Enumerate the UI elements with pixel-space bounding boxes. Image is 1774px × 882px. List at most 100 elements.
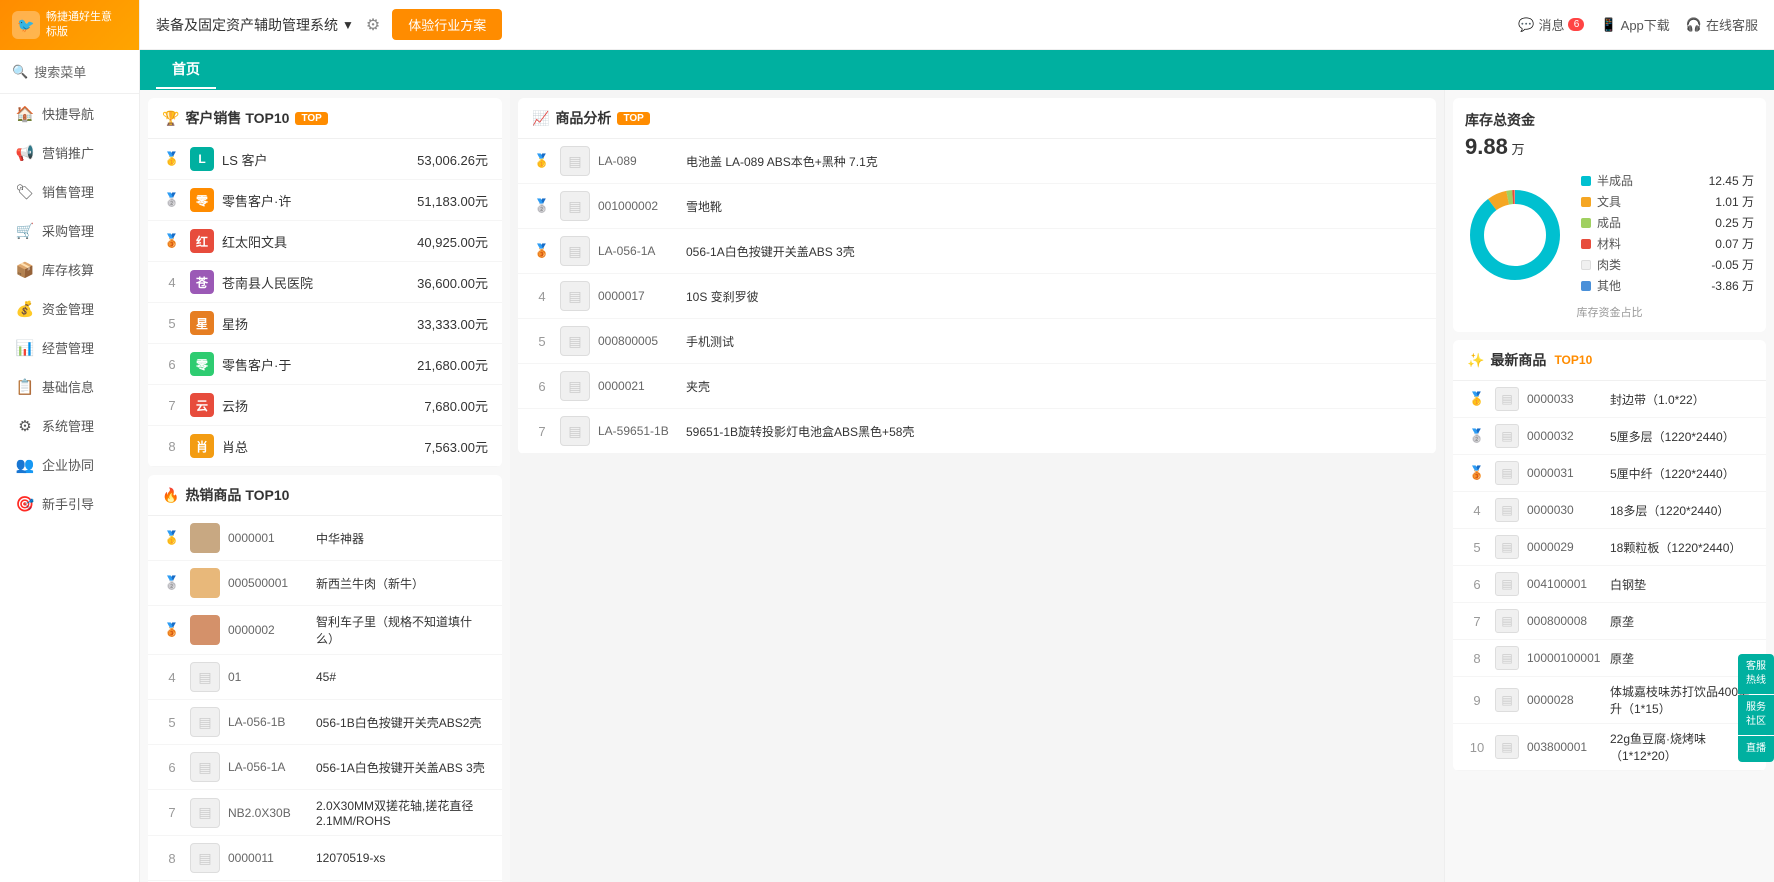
- hot-product-code-4: 01: [228, 670, 308, 684]
- new-product-row-6[interactable]: 6 ▤ 004100001 白钢垫: [1453, 566, 1766, 603]
- mid-product-row-7[interactable]: 7 ▤ LA-59651-1B 59651-1B旋转投影灯电池盒ABS黑色+58…: [518, 409, 1436, 454]
- legend-label-2: 成品: [1597, 214, 1709, 231]
- hot-product-row-7[interactable]: 7 ▤ NB2.0X30B 2.0X30MM双搓花轴,搓花直径2.1MM/ROH…: [148, 790, 502, 836]
- settings-icon[interactable]: ⚙: [366, 15, 380, 35]
- float-service-community-button[interactable]: 服务社区: [1738, 695, 1774, 735]
- inventory-title: 库存总资金: [1465, 110, 1754, 130]
- new-product-row-9[interactable]: 9 ▤ 0000028 体城嘉枝味苏打饮品400毫升（1*15）: [1453, 677, 1766, 724]
- sidebar-search[interactable]: 🔍 搜索菜单: [0, 50, 139, 94]
- mid-product-thumb-7: ▤: [560, 416, 590, 446]
- tab-home[interactable]: 首页: [156, 51, 216, 89]
- hot-product-thumb-6: ▤: [190, 752, 220, 782]
- customer-row-5[interactable]: 5 星 星扬 33,333.00元: [148, 303, 502, 344]
- mid-product-thumb-6: ▤: [560, 371, 590, 401]
- new-product-thumb-9: ▤: [1495, 688, 1519, 712]
- customer-row-6[interactable]: 6 零 零售客户·于 21,680.00元: [148, 344, 502, 385]
- logo-icon: 🐦: [12, 11, 40, 39]
- sidebar-item-finance[interactable]: 💰 资金管理: [0, 289, 139, 328]
- search-icon: 🔍: [12, 64, 28, 80]
- legend-value-1: 1.01 万: [1715, 193, 1754, 210]
- customer-name-6: 零售客户·于: [222, 355, 409, 374]
- message-button[interactable]: 💬 消息 6: [1518, 15, 1584, 34]
- mid-product-row-6[interactable]: 6 ▤ 0000021 夹壳: [518, 364, 1436, 409]
- customer-row-3[interactable]: 🥉 红 红太阳文具 40,925.00元: [148, 221, 502, 262]
- legend-value-3: 0.07 万: [1715, 235, 1754, 252]
- customer-badge-5: 星: [190, 311, 214, 335]
- system-title: 装备及固定资产辅助管理系统: [156, 15, 338, 35]
- legend-item-1: 文具 1.01 万: [1581, 193, 1754, 210]
- sidebar-item-guide[interactable]: 🎯 新手引导: [0, 484, 139, 523]
- operations-icon: 📊: [16, 339, 34, 357]
- hot-product-row-4[interactable]: 4 ▤ 01 45#: [148, 655, 502, 700]
- new-product-code-6: 004100001: [1527, 577, 1602, 591]
- hot-rank-5: 5: [162, 715, 182, 730]
- hot-product-name-1: 中华神器: [316, 530, 488, 547]
- mid-product-name-3: 056-1A白色按键开关盖ABS 3壳: [686, 243, 1422, 260]
- hot-rank-4: 4: [162, 670, 182, 685]
- customer-value-3: 40,925.00元: [417, 232, 488, 251]
- trial-button[interactable]: 体验行业方案: [392, 9, 502, 40]
- new-product-name-7: 原垄: [1610, 613, 1752, 630]
- hot-product-name-5: 056-1B白色按键开关壳ABS2壳: [316, 714, 488, 731]
- sidebar-item-collab[interactable]: 👥 企业协同: [0, 445, 139, 484]
- mid-product-row-4[interactable]: 4 ▤ 0000017 10S 变刹罗彼: [518, 274, 1436, 319]
- hot-product-row-1[interactable]: 🥇 0000001 中华神器: [148, 516, 502, 561]
- mid-product-row-3[interactable]: 🥉 ▤ LA-056-1A 056-1A白色按键开关盖ABS 3壳: [518, 229, 1436, 274]
- app-download-button[interactable]: 📱 App下载: [1600, 15, 1669, 34]
- hot-product-row-5[interactable]: 5 ▤ LA-056-1B 056-1B白色按键开关壳ABS2壳: [148, 700, 502, 745]
- legend-item-0: 半成品 12.45 万: [1581, 172, 1754, 189]
- hot-product-row-8[interactable]: 8 ▤ 0000011 12070519-xs: [148, 836, 502, 881]
- float-live-button[interactable]: 直播: [1738, 736, 1774, 762]
- hot-product-row-2[interactable]: 🥈 000500001 新西兰牛肉（新牛）: [148, 561, 502, 606]
- customer-row-7[interactable]: 7 云 云扬 7,680.00元: [148, 385, 502, 426]
- sidebar-item-basic-info[interactable]: 📋 基础信息: [0, 367, 139, 406]
- customer-row-2[interactable]: 🥈 零 零售客户·许 51,183.00元: [148, 180, 502, 221]
- new-product-row-5[interactable]: 5 ▤ 0000029 18颗粒板（1220*2440）: [1453, 529, 1766, 566]
- new-product-code-1: 0000033: [1527, 392, 1602, 406]
- legend-dot-5: [1581, 281, 1591, 291]
- customer-name-2: 零售客户·许: [222, 191, 409, 210]
- new-rank-10: 10: [1467, 740, 1487, 755]
- mid-product-name-5: 手机测试: [686, 333, 1422, 350]
- customer-row-4[interactable]: 4 苍 苍南县人民医院 36,600.00元: [148, 262, 502, 303]
- new-product-row-4[interactable]: 4 ▤ 0000030 18多层（1220*2440）: [1453, 492, 1766, 529]
- legend-dot-1: [1581, 197, 1591, 207]
- hot-medal-2: 🥈: [162, 575, 182, 591]
- sidebar-item-inventory[interactable]: 📦 库存核算: [0, 250, 139, 289]
- mid-product-row-5[interactable]: 5 ▤ 000800005 手机测试: [518, 319, 1436, 364]
- online-service-button[interactable]: 🎧 在线客服: [1686, 15, 1758, 34]
- new-product-row-2[interactable]: 🥈 ▤ 0000032 5厘多层（1220*2440）: [1453, 418, 1766, 455]
- new-product-row-1[interactable]: 🥇 ▤ 0000033 封边带（1.0*22）: [1453, 381, 1766, 418]
- customer-row-1[interactable]: 🥇 L LS 客户 53,006.26元: [148, 139, 502, 180]
- new-product-code-5: 0000029: [1527, 540, 1602, 554]
- hot-product-row-3[interactable]: 🥉 0000002 智利车子里（规格不知道填什么）: [148, 606, 502, 655]
- inventory-card: 库存总资金 9.88 万: [1453, 98, 1766, 332]
- sidebar-item-system[interactable]: ⚙ 系统管理: [0, 406, 139, 445]
- hot-product-row-6[interactable]: 6 ▤ LA-056-1A 056-1A白色按键开关盖ABS 3壳: [148, 745, 502, 790]
- new-product-row-8[interactable]: 8 ▤ 10000100001 原垄: [1453, 640, 1766, 677]
- mid-product-row-1[interactable]: 🥇 ▤ LA-089 电池盖 LA-089 ABS本色+黑种 7.1克: [518, 139, 1436, 184]
- mid-product-thumb-5: ▤: [560, 326, 590, 356]
- mid-product-name-7: 59651-1B旋转投影灯电池盒ABS黑色+58壳: [686, 423, 1422, 440]
- sidebar-item-operations[interactable]: 📊 经营管理: [0, 328, 139, 367]
- medal-bronze-icon: 🥉: [162, 233, 182, 249]
- customer-value-4: 36,600.00元: [417, 273, 488, 292]
- sidebar-item-sales[interactable]: 🏷 销售管理: [0, 172, 139, 211]
- new-product-row-10[interactable]: 10 ▤ 003800001 22g鱼豆腐·烧烤味（1*12*20）: [1453, 724, 1766, 771]
- system-selector[interactable]: 装备及固定资产辅助管理系统 ▼: [156, 15, 354, 35]
- mid-product-row-2[interactable]: 🥈 ▤ 001000002 雪地靴: [518, 184, 1436, 229]
- sidebar-item-marketing[interactable]: 📢 营销推广: [0, 133, 139, 172]
- new-product-row-7[interactable]: 7 ▤ 000800008 原垄: [1453, 603, 1766, 640]
- sidebar-item-purchase[interactable]: 🛒 采购管理: [0, 211, 139, 250]
- legend-item-5: 其他 -3.86 万: [1581, 277, 1754, 294]
- sales-icon: 🏷: [16, 183, 34, 201]
- new-product-name-6: 白钢垫: [1610, 576, 1752, 593]
- sidebar-item-home[interactable]: 🏠 快捷导航: [0, 94, 139, 133]
- float-service-buttons: 客服热线 服务社区 直播: [1738, 654, 1774, 762]
- new-product-row-3[interactable]: 🥉 ▤ 0000031 5厘中纤（1220*2440）: [1453, 455, 1766, 492]
- float-customer-service-button[interactable]: 客服热线: [1738, 654, 1774, 694]
- customer-row-8[interactable]: 8 肖 肖总 7,563.00元: [148, 426, 502, 467]
- legend-value-0: 12.45 万: [1709, 172, 1754, 189]
- search-menu-button[interactable]: 🔍 搜索菜单: [12, 58, 127, 85]
- middle-products-card: 📈 商品分析 TOP 🥇 ▤ LA-089 电池盖 LA-089 ABS本色+黑…: [518, 98, 1436, 454]
